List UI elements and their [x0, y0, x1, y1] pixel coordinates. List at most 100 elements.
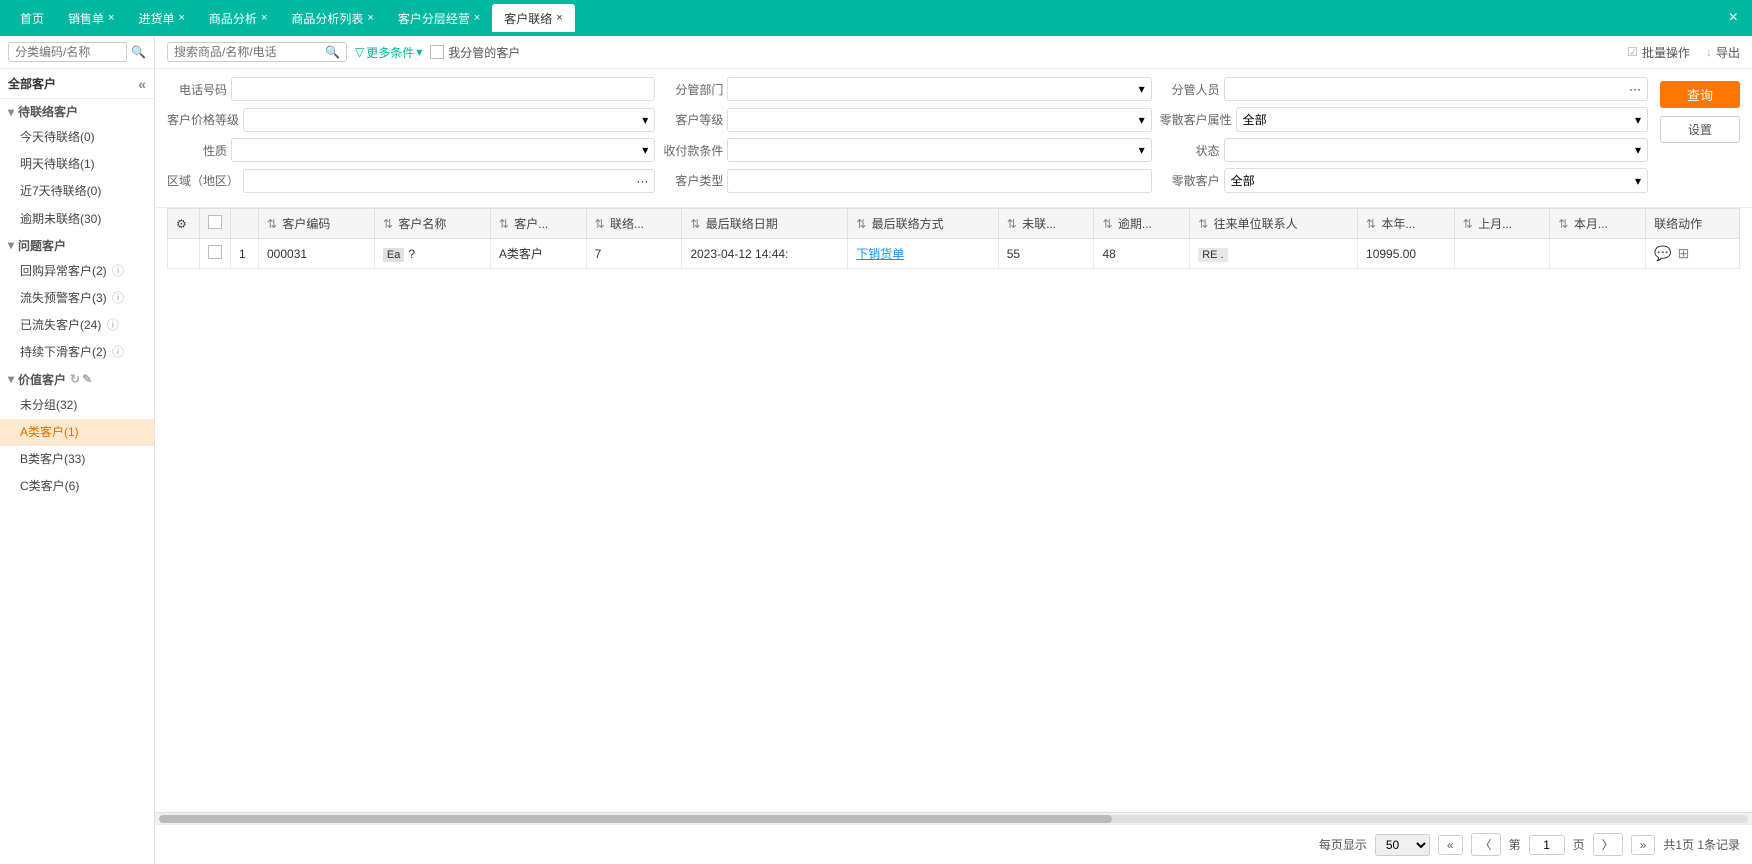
th-code[interactable]: ⇅ 客户编码 [259, 209, 375, 239]
th-contact-person[interactable]: ⇅ 往来单位联系人 [1190, 209, 1358, 239]
sidebar-group-problem[interactable]: ▾ 问题客户 [0, 233, 154, 258]
page-number-input[interactable] [1529, 835, 1565, 855]
header-checkbox-icon[interactable] [208, 215, 222, 229]
tab-product-analysis[interactable]: 商品分析 × [197, 4, 279, 32]
chat-icon[interactable] [1654, 245, 1671, 262]
tab-purchase[interactable]: 进货单 × [126, 4, 196, 32]
prev-page-button[interactable]: 〈 [1471, 833, 1501, 856]
first-page-button[interactable]: « [1438, 835, 1463, 855]
value-edit-icon[interactable]: ✎ [82, 372, 92, 386]
sidebar-search-input[interactable] [8, 42, 127, 62]
filter-nature-select[interactable] [231, 138, 655, 162]
sidebar-item-churned[interactable]: 已流失客户(24) ⓘ [0, 312, 154, 339]
td-this-month [1550, 239, 1646, 269]
th-contact-count[interactable]: ⇅ 联络... [586, 209, 682, 239]
sidebar-item-ungrouped[interactable]: 未分组(32) [0, 392, 154, 419]
close-tab-purchase[interactable]: × [178, 12, 184, 24]
th-overdue[interactable]: ⇅ 逾期... [1094, 209, 1190, 239]
th-settings[interactable] [168, 209, 200, 239]
th-level[interactable]: ⇅ 客户... [490, 209, 586, 239]
toolbar-search-icon[interactable]: 🔍 [325, 45, 340, 59]
sidebar-item-repurchase-abnormal[interactable]: 回购异常客户(2) ⓘ [0, 258, 154, 285]
filter-region-select[interactable] [243, 169, 655, 193]
sidebar-collapse-icon[interactable]: « [138, 76, 146, 92]
filter-payment-select[interactable] [727, 138, 1151, 162]
dept-chevron-icon [1139, 82, 1145, 96]
th-not-contacted[interactable]: ⇅ 未联... [998, 209, 1094, 239]
scrollbar-track[interactable] [159, 815, 1748, 823]
th-this-year[interactable]: ⇅ 本年... [1358, 209, 1455, 239]
sidebar-item-overdue-pending[interactable]: 逾期未联络(30) [0, 206, 154, 233]
more-filter-button[interactable]: ▽ 更多条件 ▾ [355, 44, 422, 61]
close-tab-customer-contact[interactable]: × [556, 12, 562, 24]
filter-status-select[interactable] [1224, 138, 1648, 162]
filter-payment-label: 收付款条件 [663, 142, 723, 159]
sidebar-search-icon[interactable]: 🔍 [131, 45, 146, 59]
th-last-month[interactable]: ⇅ 上月... [1454, 209, 1550, 239]
tab-product-analysis-list[interactable]: 商品分析列表 × [279, 4, 385, 32]
tab-sales[interactable]: 销售单 × [56, 4, 126, 32]
window-close-icon[interactable]: × [1723, 7, 1744, 29]
page-unit: 页 [1573, 836, 1585, 853]
close-tab-product-analysis-list[interactable]: × [367, 12, 373, 24]
filter-dept-select[interactable] [727, 77, 1151, 101]
batch-operation-button[interactable]: ☑ 批量操作 [1627, 44, 1690, 61]
sidebar-item-declining[interactable]: 持续下滑客户(2) ⓘ [0, 339, 154, 366]
filter-status: 状态 [1160, 138, 1648, 162]
close-tab-product-analysis[interactable]: × [261, 12, 267, 24]
close-tab-customer-tier[interactable]: × [474, 12, 480, 24]
sidebar-group-pending[interactable]: ▾ 待联络客户 [0, 99, 154, 124]
close-tab-sales[interactable]: × [108, 12, 114, 24]
row-checkbox-icon[interactable] [208, 245, 222, 259]
sidebar-item-7days-pending[interactable]: 近7天待联络(0) [0, 178, 154, 205]
td-name[interactable]: Ea? [374, 239, 490, 269]
qr-icon[interactable] [1678, 245, 1690, 262]
sidebar-item-b-class[interactable]: B类客户(33) [0, 446, 154, 473]
filter-phone-input[interactable] [231, 77, 655, 101]
filter-price-level-label: 客户价格等级 [167, 111, 239, 128]
sidebar-item-churn-warning[interactable]: 流失预警客户(3) ⓘ [0, 285, 154, 312]
my-customer-checkbox[interactable]: 我分管的客户 [430, 44, 520, 61]
filter-nature-label: 性质 [167, 142, 227, 159]
info-icon-churned: ⓘ [107, 318, 119, 332]
filter-scatter-attr-select[interactable]: 全部 [1236, 107, 1648, 132]
sidebar-group-value[interactable]: ▾ 价值客户 ↻ ✎ [0, 367, 154, 392]
td-last-contact-method[interactable]: 下销货单 [848, 239, 999, 269]
setting-button[interactable]: 设置 [1660, 116, 1740, 143]
sort-overdue-icon: ⇅ [1102, 217, 1112, 231]
export-button[interactable]: ↓ 导出 [1706, 44, 1740, 61]
tab-customer-contact[interactable]: 客户联络 × [492, 4, 574, 32]
th-last-contact-method[interactable]: ⇅ 最后联络方式 [848, 209, 999, 239]
tab-home[interactable]: 首页 [8, 4, 56, 32]
filter-person-select[interactable] [1224, 77, 1648, 101]
scrollbar-thumb[interactable] [159, 815, 1112, 823]
per-page-select[interactable]: 50 100 200 [1375, 834, 1430, 856]
toolbar-search-input[interactable] [174, 45, 325, 59]
value-refresh-icon[interactable]: ↻ [70, 372, 80, 386]
sort-this-month-icon: ⇅ [1558, 217, 1568, 231]
sidebar-item-today-pending[interactable]: 今天待联络(0) [0, 124, 154, 151]
sort-name-icon: ⇅ [383, 217, 393, 231]
tab-customer-tier[interactable]: 客户分层经营 × [386, 4, 492, 32]
last-contact-method-link[interactable]: 下销货单 [856, 247, 904, 261]
sidebar-item-a-class[interactable]: A类客户(1) [0, 419, 154, 446]
query-button[interactable]: 查询 [1660, 81, 1740, 108]
filter-scatter-customer-select[interactable]: 全部 [1224, 168, 1648, 193]
filter-phone-label: 电话号码 [167, 81, 227, 98]
filter-customer-type-select[interactable] [727, 169, 1151, 193]
last-page-button[interactable]: » [1631, 835, 1656, 855]
filter-customer-level-select[interactable] [727, 108, 1151, 132]
filter-price-level-select[interactable] [243, 108, 655, 132]
th-name[interactable]: ⇅ 客户名称 [374, 209, 490, 239]
th-this-month[interactable]: ⇅ 本月... [1550, 209, 1646, 239]
next-page-button[interactable]: 〉 [1593, 833, 1623, 856]
horizontal-scrollbar[interactable] [155, 812, 1752, 824]
table-settings-icon[interactable] [176, 217, 187, 231]
content-area: 🔍 ▽ 更多条件 ▾ 我分管的客户 ☑ 批量操作 ↓ 导出 [155, 36, 1752, 864]
sidebar-item-c-class[interactable]: C类客户(6) [0, 473, 154, 500]
all-customers-header[interactable]: 全部客户 « [0, 69, 154, 99]
my-customer-check-icon[interactable] [430, 45, 444, 59]
filter-scatter-customer-label: 零散客户 [1160, 172, 1220, 189]
sidebar-item-tomorrow-pending[interactable]: 明天待联络(1) [0, 151, 154, 178]
th-last-contact-date[interactable]: ⇅ 最后联络日期 [682, 209, 848, 239]
